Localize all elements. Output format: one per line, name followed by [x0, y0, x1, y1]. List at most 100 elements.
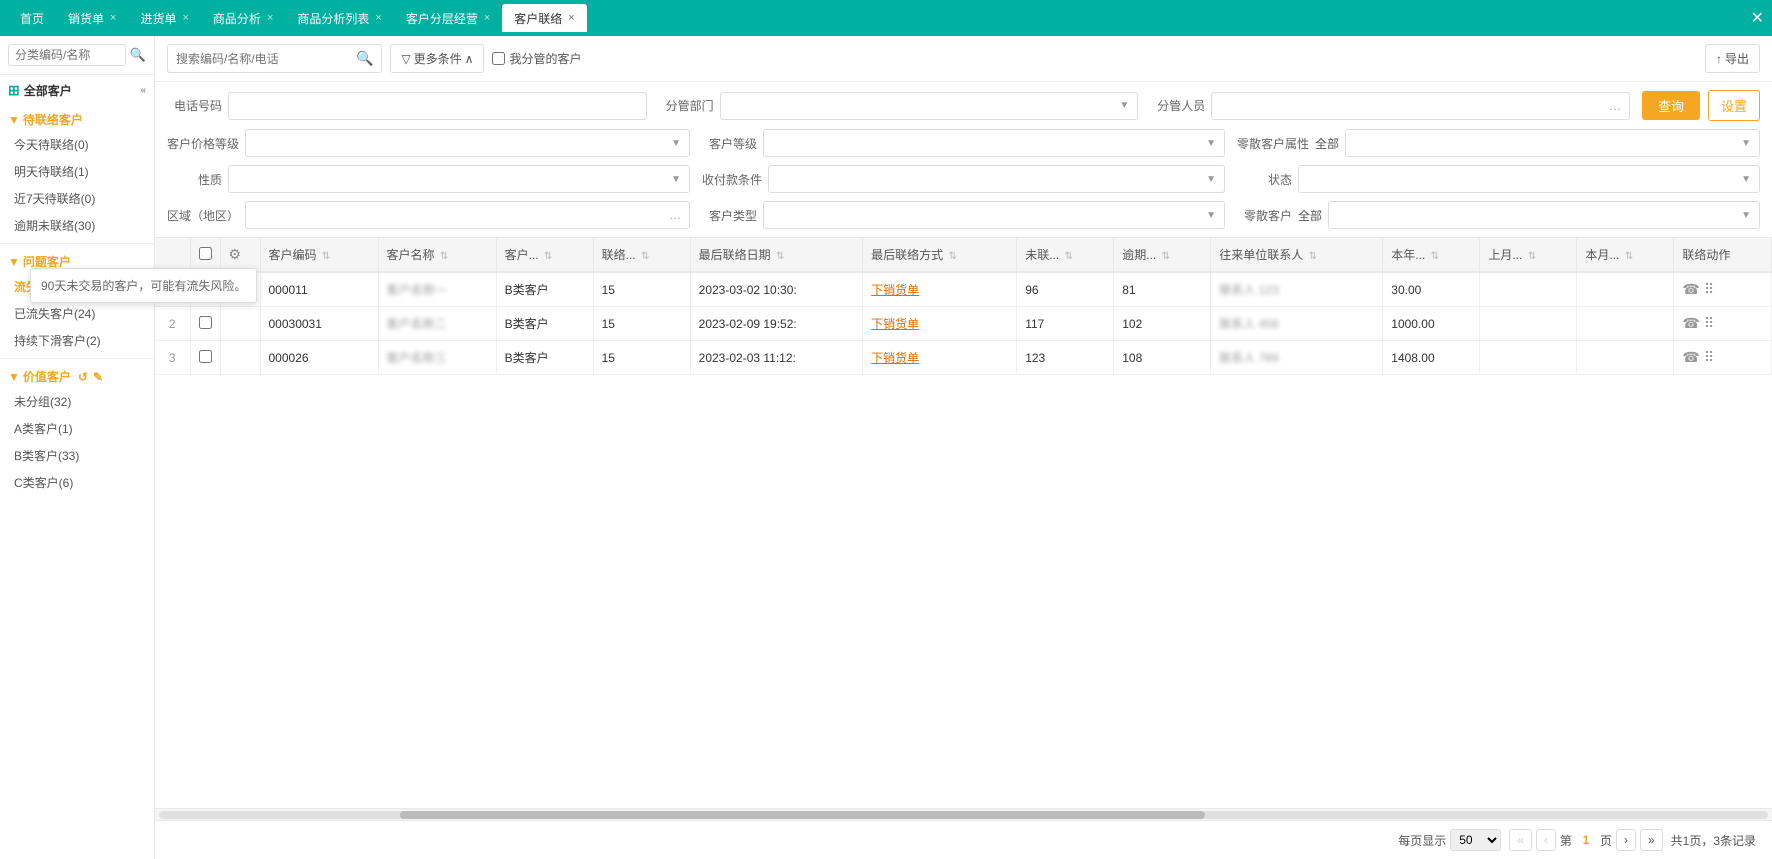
row-last-month-3: [1480, 341, 1577, 375]
sidebar-group-value[interactable]: ▼ 价值客户 ↺ ✎: [0, 363, 154, 388]
price-level-arrow-icon: ▼: [671, 138, 681, 149]
filter-search-button[interactable]: 🔍: [348, 45, 381, 72]
contact-icon-1[interactable]: ☎: [1682, 281, 1699, 298]
row-action-2: ☎ ⠿: [1674, 307, 1772, 341]
th-name[interactable]: 客户名称 ⇅: [378, 238, 496, 272]
first-page-button[interactable]: «: [1509, 829, 1532, 851]
sidebar-item-class-b[interactable]: B类客户(33): [0, 442, 154, 469]
page-size-dropdown[interactable]: 50 100 200: [1450, 829, 1501, 851]
sidebar-item-class-c[interactable]: C类客户(6): [0, 469, 154, 496]
sidebar-item-today[interactable]: 今天待联络(0): [0, 131, 154, 158]
sidebar-item-declining[interactable]: 持续下滑客户(2): [0, 327, 154, 354]
manager-dots-icon: …: [1609, 99, 1621, 113]
th-code[interactable]: 客户编码 ⇅: [260, 238, 378, 272]
row-checkbox-3[interactable]: [190, 341, 220, 375]
my-customers-checkbox[interactable]: [492, 52, 505, 65]
sidebar-search-area: 🔍: [0, 36, 154, 75]
row-last-way-2[interactable]: 下销货单: [863, 307, 1017, 341]
nature-select[interactable]: ▼: [228, 165, 690, 193]
table-row: 3 000026 客户名称三 B类客户 15 2023-02-03 11:12:…: [155, 341, 1772, 375]
tab-customer-contact-close[interactable]: ×: [568, 12, 574, 24]
row-contact-1: 15: [593, 272, 690, 307]
tab-customer-segment[interactable]: 客户分层经营 ×: [394, 4, 502, 32]
tab-customer-contact[interactable]: 客户联络 ×: [502, 4, 586, 32]
phone-input[interactable]: [228, 92, 647, 120]
th-overdue[interactable]: 逾期... ⇅: [1114, 238, 1211, 272]
query-button[interactable]: 查询: [1642, 91, 1700, 120]
phone-label: 电话号码: [167, 97, 222, 114]
payment-select[interactable]: ▼: [768, 165, 1225, 193]
manager-select[interactable]: …: [1211, 92, 1630, 120]
sidebar-item-churned[interactable]: 已流失客户(24): [0, 300, 154, 327]
sort-way-icon: ⇅: [949, 251, 957, 262]
th-type[interactable]: 客户... ⇅: [496, 238, 593, 272]
row-uncontacted-2: 117: [1017, 307, 1114, 341]
scrollbar-thumb[interactable]: [400, 811, 1205, 819]
table-settings-icon[interactable]: ⚙: [229, 246, 242, 262]
th-contact-person[interactable]: 往来单位联系人 ⇅: [1211, 238, 1383, 272]
last-page-button[interactable]: »: [1640, 829, 1663, 851]
row-this-month-1: [1577, 272, 1674, 307]
th-this-year[interactable]: 本年... ⇅: [1383, 238, 1480, 272]
tab-customer-segment-close[interactable]: ×: [484, 12, 490, 24]
th-last-month[interactable]: 上月... ⇅: [1480, 238, 1577, 272]
th-settings[interactable]: ⚙: [220, 238, 260, 272]
tab-purchase-close[interactable]: ×: [182, 12, 188, 24]
sidebar-group-pending[interactable]: ▼ 待联络客户: [0, 106, 154, 131]
tab-analysis-list[interactable]: 商品分析列表 ×: [285, 4, 393, 32]
filter-field-dept: 分管部门 ▼: [659, 92, 1139, 120]
th-this-month[interactable]: 本月... ⇅: [1577, 238, 1674, 272]
sidebar-item-7days[interactable]: 近7天待联络(0): [0, 185, 154, 212]
scatter-select[interactable]: ▼: [1328, 201, 1760, 229]
sidebar-item-tomorrow[interactable]: 明天待联络(1): [0, 158, 154, 185]
region-dots-icon: …: [669, 208, 681, 222]
region-select[interactable]: …: [245, 201, 690, 229]
sidebar-search-input[interactable]: [8, 44, 126, 66]
row-contact-person-1: 联系人 123: [1211, 272, 1383, 307]
contact-icon-3[interactable]: ☎: [1682, 349, 1699, 366]
tab-home[interactable]: 首页: [8, 4, 56, 32]
horizontal-scrollbar[interactable]: [155, 808, 1772, 820]
row-last-way-1[interactable]: 下销货单: [863, 272, 1017, 307]
prev-page-button[interactable]: ‹: [1536, 829, 1556, 851]
row-last-way-3[interactable]: 下销货单: [863, 341, 1017, 375]
more-actions-icon-1[interactable]: ⠿: [1704, 281, 1714, 298]
th-last-way[interactable]: 最后联络方式 ⇅: [863, 238, 1017, 272]
sidebar-all-customers[interactable]: ⊞ 全部客户 «: [0, 75, 154, 106]
contact-icon-2[interactable]: ☎: [1682, 315, 1699, 332]
close-all-button[interactable]: ✕: [1751, 8, 1764, 28]
row-checkbox-2[interactable]: [190, 307, 220, 341]
tab-sales[interactable]: 销货单 ×: [56, 4, 128, 32]
more-actions-icon-2[interactable]: ⠿: [1704, 315, 1714, 332]
more-actions-icon-3[interactable]: ⠿: [1704, 349, 1714, 366]
content-area: 🔍 ▽ 更多条件 ∧ 我分管的客户 ↑ 导出 电话号码: [155, 36, 1772, 859]
tab-analysis[interactable]: 商品分析 ×: [201, 4, 285, 32]
my-customers-checkbox-label[interactable]: 我分管的客户: [492, 50, 581, 67]
th-uncontacted[interactable]: 未联... ⇅: [1017, 238, 1114, 272]
status-select[interactable]: ▼: [1298, 165, 1760, 193]
price-level-label: 客户价格等级: [167, 135, 239, 152]
tab-analysis-list-close[interactable]: ×: [375, 12, 381, 24]
tab-sales-close[interactable]: ×: [110, 12, 116, 24]
export-button[interactable]: ↑ 导出: [1705, 44, 1760, 73]
next-page-button[interactable]: ›: [1616, 829, 1636, 851]
scatter-attr-select[interactable]: ▼: [1345, 129, 1760, 157]
sidebar-search-icon[interactable]: 🔍: [130, 47, 146, 63]
customer-level-select[interactable]: ▼: [763, 129, 1225, 157]
th-last-date[interactable]: 最后联络日期 ⇅: [690, 238, 863, 272]
price-level-select[interactable]: ▼: [245, 129, 690, 157]
filter-search-input[interactable]: [168, 47, 348, 71]
scrollbar-track[interactable]: [159, 811, 1768, 819]
th-contact[interactable]: 联络... ⇅: [593, 238, 690, 272]
more-conditions-button[interactable]: ▽ 更多条件 ∧: [390, 44, 484, 73]
tab-analysis-close[interactable]: ×: [267, 12, 273, 24]
tab-purchase[interactable]: 进货单 ×: [128, 4, 200, 32]
sidebar-item-ungrouped[interactable]: 未分组(32): [0, 388, 154, 415]
select-all-checkbox[interactable]: [199, 247, 212, 260]
sidebar-item-class-a[interactable]: A类客户(1): [0, 415, 154, 442]
customer-type-select[interactable]: ▼: [763, 201, 1225, 229]
sort-contact-icon: ⇅: [641, 251, 649, 262]
settings-button[interactable]: 设置: [1708, 90, 1760, 121]
sidebar-item-overdue[interactable]: 逾期未联络(30): [0, 212, 154, 239]
dept-select[interactable]: ▼: [720, 92, 1139, 120]
